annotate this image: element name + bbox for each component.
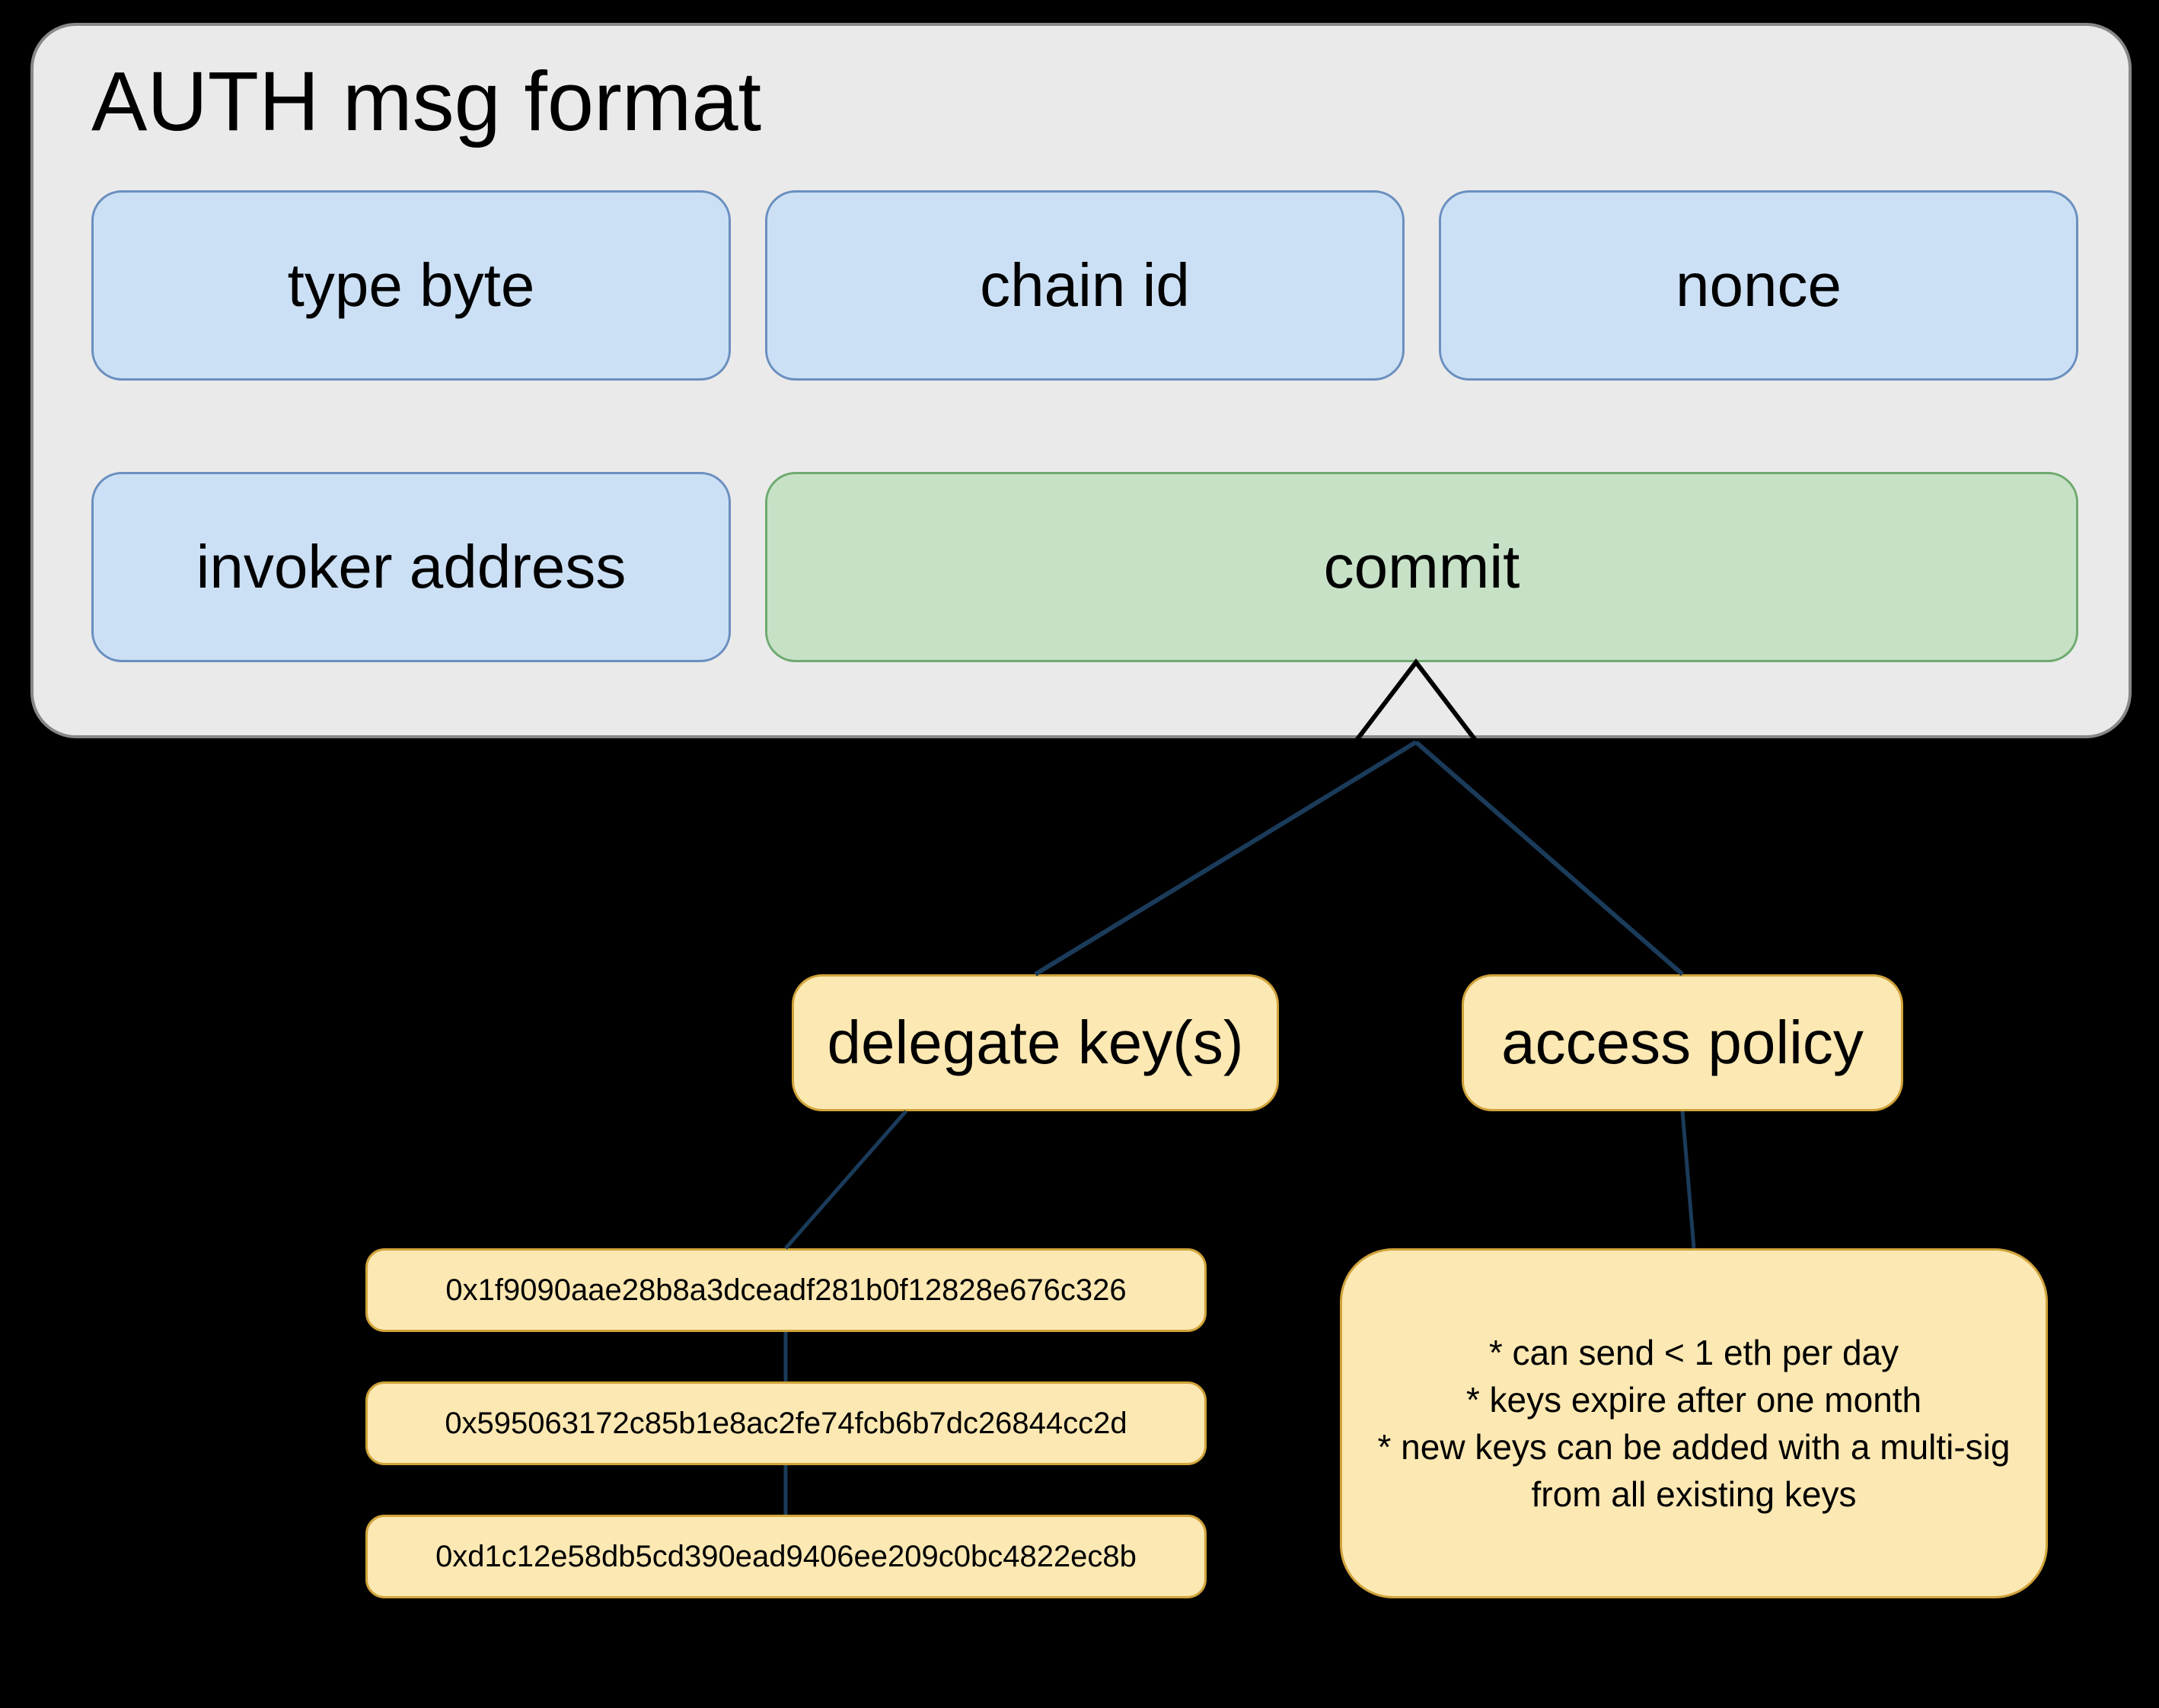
policy-line-0: * can send < 1 eth per day [1365, 1329, 2023, 1376]
field-commit: commit [765, 472, 2078, 662]
policy-line-2: * new keys can be added with a multi-sig… [1365, 1423, 2023, 1518]
delegate-key-2: 0xd1c12e58db5cd390ead9406ee209c0bc4822ec… [365, 1515, 1207, 1598]
node-delegate-keys: delegate key(s) [792, 974, 1279, 1111]
delegate-key-0: 0x1f9090aae28b8a3dceadf281b0f12828e676c3… [365, 1248, 1207, 1332]
field-invoker-address: invoker address [91, 472, 731, 662]
field-chain-id: chain id [765, 190, 1405, 381]
field-type-byte: type byte [91, 190, 731, 381]
node-access-policy: access policy [1462, 974, 1903, 1111]
policy-line-1: * keys expire after one month [1365, 1376, 2023, 1423]
field-nonce: nonce [1439, 190, 2078, 381]
access-policy-details: * can send < 1 eth per day * keys expire… [1340, 1248, 2048, 1598]
auth-title: AUTH msg format [91, 53, 761, 150]
delegate-key-1: 0x595063172c85b1e8ac2fe74fcb6b7dc26844cc… [365, 1381, 1207, 1465]
